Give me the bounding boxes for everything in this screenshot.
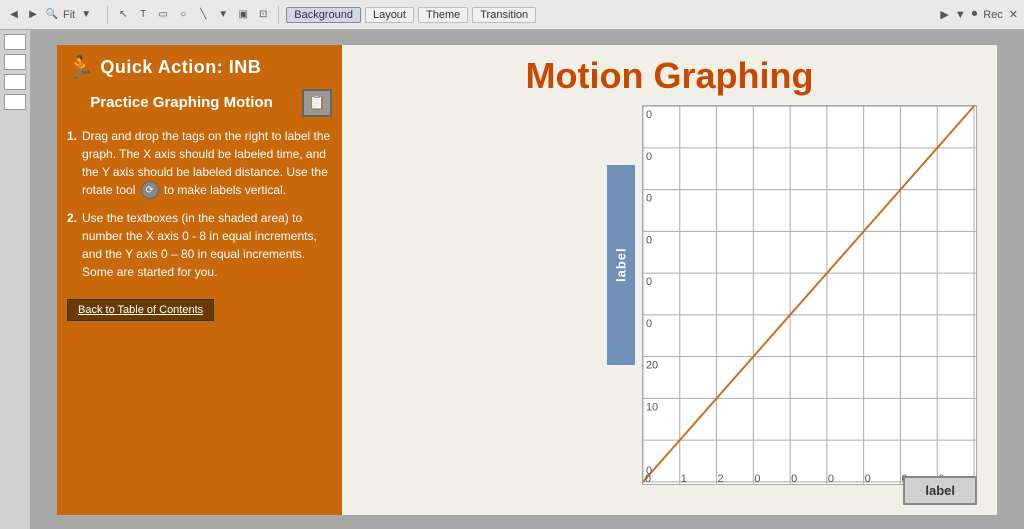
subtitle-box: Practice Graphing Motion 📋 <box>67 89 332 117</box>
slide-thumb-3[interactable] <box>4 74 26 90</box>
panel-title: Quick Action: INB <box>100 57 261 78</box>
slides-panel <box>0 30 30 529</box>
instruction-item-2: 2. Use the textboxes (in the shaded area… <box>67 209 332 281</box>
cursor-icon[interactable]: ↖ <box>115 7 131 23</box>
toolbar-icons: ◀ ▶ 🔍 Fit ▼ <box>6 7 94 23</box>
instruction-num-1: 1. <box>67 127 77 200</box>
svg-text:0: 0 <box>646 276 652 288</box>
forward-icon[interactable]: ▶ <box>25 7 41 23</box>
arrow-right-icon: ▶ <box>940 8 948 21</box>
frame-icon[interactable]: ⊡ <box>255 7 271 23</box>
fill-icon[interactable]: ▣ <box>235 7 251 23</box>
run-icon: 🏃 <box>67 55 94 81</box>
close-icon[interactable]: ✕ <box>1009 8 1018 21</box>
square-icon[interactable]: ▭ <box>155 7 171 23</box>
canvas-area: 🏃 Quick Action: INB Practice Graphing Mo… <box>30 30 1024 529</box>
svg-text:0: 0 <box>646 317 652 329</box>
svg-text:0: 0 <box>791 472 797 483</box>
theme-button[interactable]: Theme <box>418 7 468 23</box>
y-axis-label-box: label <box>607 165 635 365</box>
separator-2 <box>278 6 279 24</box>
layout-button[interactable]: Layout <box>365 7 414 23</box>
subtitle: Practice Graphing Motion <box>67 94 296 111</box>
svg-text:10: 10 <box>646 401 658 413</box>
svg-text:2: 2 <box>718 472 724 483</box>
left-instruction-panel: 🏃 Quick Action: INB Practice Graphing Mo… <box>57 45 342 515</box>
svg-text:0: 0 <box>646 150 652 162</box>
rotate-icon[interactable]: ⟳ <box>141 181 159 199</box>
slide-canvas: 🏃 Quick Action: INB Practice Graphing Mo… <box>57 45 997 515</box>
svg-text:0: 0 <box>828 472 834 483</box>
back-button[interactable]: Back to Table of Contents <box>67 291 332 321</box>
slide-title: Motion Graphing <box>526 55 814 97</box>
slide-thumb-2[interactable] <box>4 54 26 70</box>
line-icon[interactable]: ╲ <box>195 7 211 23</box>
rec-icon[interactable]: ⏺ <box>972 8 978 21</box>
svg-text:0: 0 <box>646 109 652 121</box>
right-content: Motion Graphing distance (m) time (s) la… <box>342 45 997 515</box>
instruction-text-2: Use the textboxes (in the shaded area) t… <box>82 209 332 281</box>
dropdown-icon[interactable]: ▼ <box>78 7 94 23</box>
circle-icon[interactable]: ○ <box>175 7 191 23</box>
instruction-text-1: Drag and drop the tags on the right to l… <box>82 127 332 200</box>
fit-label: Fit <box>63 9 75 21</box>
background-button[interactable]: Background <box>286 7 361 23</box>
copy-icon[interactable]: 📋 <box>302 89 332 117</box>
dropdown-small-icon: ▼ <box>955 9 966 21</box>
back-button-label[interactable]: Back to Table of Contents <box>67 299 214 321</box>
svg-text:20: 20 <box>646 359 658 371</box>
svg-text:0: 0 <box>645 472 651 483</box>
panel-header: 🏃 Quick Action: INB <box>67 55 332 81</box>
slide-thumb-4[interactable] <box>4 94 26 110</box>
toolbar: ◀ ▶ 🔍 Fit ▼ ↖ T ▭ ○ ╲ ▼ ▣ ⊡ Background L… <box>0 0 1024 30</box>
toolbar-right: ▶ ▼ ⏺ Rec ✕ <box>940 8 1018 21</box>
svg-text:1: 1 <box>681 472 687 483</box>
bottom-label-box[interactable]: label <box>903 476 977 505</box>
separator-1 <box>107 6 108 24</box>
y-axis-label: label <box>614 247 629 282</box>
svg-text:0: 0 <box>646 192 652 204</box>
graph-svg: 0 0 0 0 0 0 20 10 0 <box>643 106 976 484</box>
text-icon[interactable]: T <box>135 7 151 23</box>
svg-text:0: 0 <box>646 234 652 246</box>
rec-label: Rec <box>983 9 1003 21</box>
slide-thumb-1[interactable] <box>4 34 26 50</box>
instructions: 1. Drag and drop the tags on the right t… <box>67 127 332 282</box>
instruction-num-2: 2. <box>67 209 77 281</box>
graph-grid: 0 0 0 0 0 0 20 10 0 <box>642 105 977 485</box>
back-icon[interactable]: ◀ <box>6 7 22 23</box>
search-icon[interactable]: 🔍 <box>44 7 60 23</box>
pen-icon[interactable]: ▼ <box>215 7 231 23</box>
graph-container: 0 0 0 0 0 0 20 10 0 <box>642 105 977 485</box>
main-area: 🏃 Quick Action: INB Practice Graphing Mo… <box>0 30 1024 529</box>
instruction-item-1: 1. Drag and drop the tags on the right t… <box>67 127 332 200</box>
graph-area: label <box>607 105 977 485</box>
svg-text:0: 0 <box>754 472 760 483</box>
svg-text:0: 0 <box>865 472 871 483</box>
transition-button[interactable]: Transition <box>472 7 536 23</box>
